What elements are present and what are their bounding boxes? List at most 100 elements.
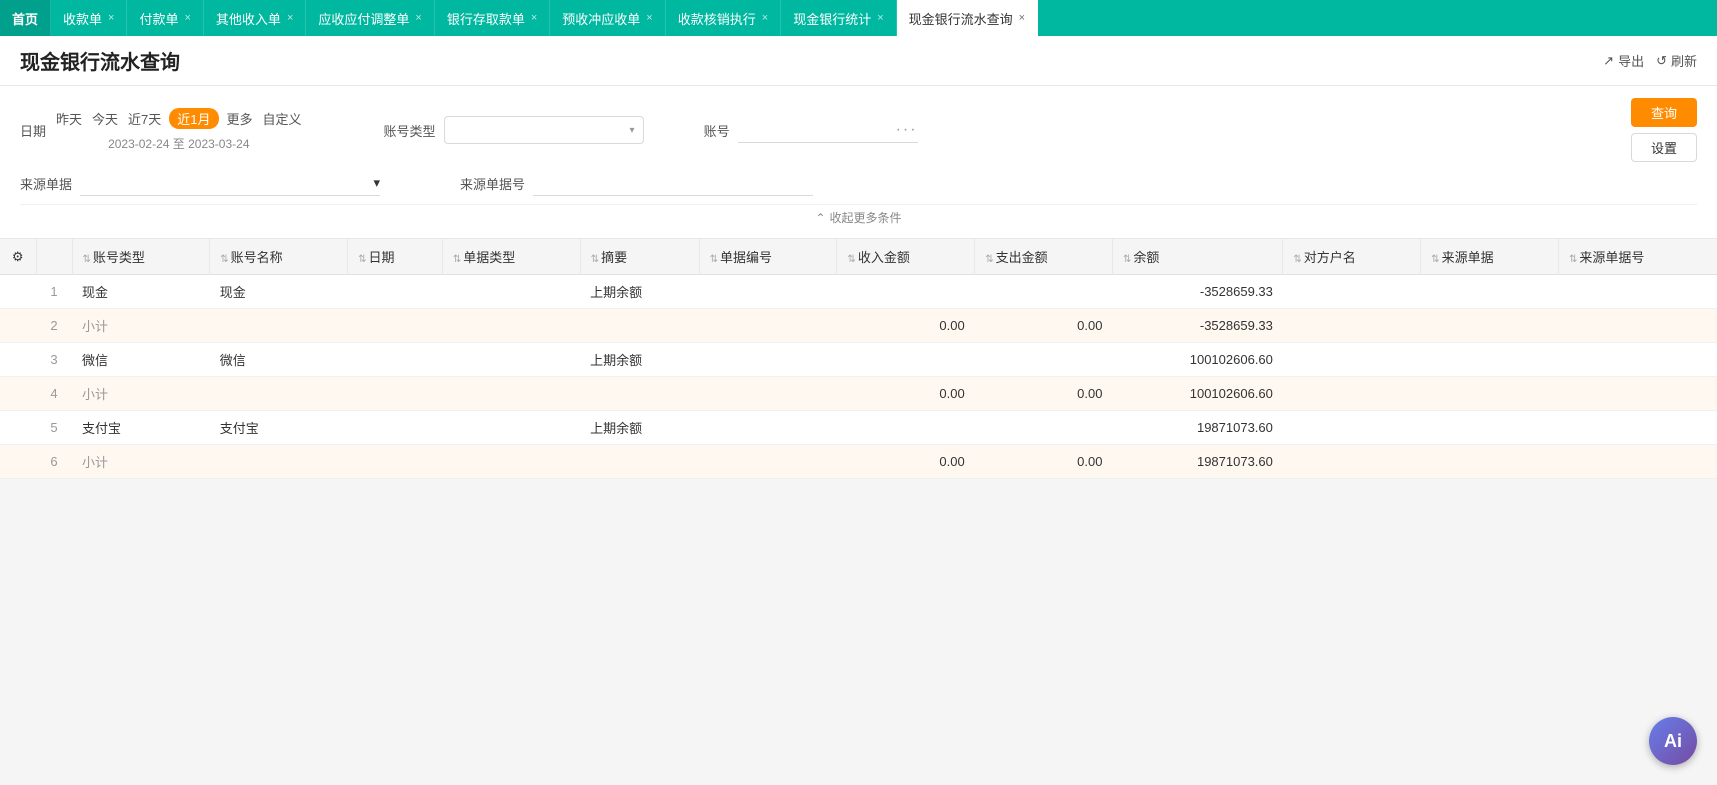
col-header-income: ⇅收入金额 bbox=[837, 239, 975, 275]
cell-date bbox=[348, 377, 443, 411]
sort-icon-account_type[interactable]: ⇅ bbox=[83, 254, 91, 265]
date-shortcut-今天[interactable]: 今天 bbox=[90, 109, 120, 128]
cell-source_doc bbox=[1421, 445, 1559, 479]
cell-account_name: 微信 bbox=[210, 343, 348, 377]
nav-tab-collection-exec[interactable]: 收款核销执行× bbox=[666, 0, 781, 36]
sort-icon-expense[interactable]: ⇅ bbox=[985, 254, 993, 265]
tab-close-icon[interactable]: × bbox=[646, 12, 652, 24]
account-dots-button[interactable]: ··· bbox=[896, 121, 918, 139]
cell-gear bbox=[0, 411, 36, 445]
cell-gear bbox=[0, 343, 36, 377]
cell-income: 0.00 bbox=[837, 445, 975, 479]
nav-tab-receipt[interactable]: 收款单 × bbox=[51, 0, 127, 36]
cell-expense bbox=[975, 275, 1113, 309]
cell-seq: 2 bbox=[36, 309, 72, 343]
tab-close-icon[interactable]: × bbox=[415, 12, 421, 24]
query-button[interactable]: 查询 bbox=[1631, 98, 1697, 127]
header-actions: ↗ 导出 ↺ 刷新 bbox=[1603, 51, 1697, 70]
col-header-account_name: ⇅账号名称 bbox=[210, 239, 348, 275]
cell-date bbox=[348, 445, 443, 479]
sort-icon-summary[interactable]: ⇅ bbox=[591, 254, 599, 265]
col-header-expense: ⇅支出金额 bbox=[975, 239, 1113, 275]
nav-tab-prepayment[interactable]: 预收冲应收单× bbox=[550, 0, 665, 36]
nav-tab-bank-flow[interactable]: 现金银行流水查询× bbox=[897, 0, 1038, 36]
nav-tab-label: 应收应付调整单 bbox=[318, 9, 409, 28]
source-doc-select[interactable]: ▾ bbox=[80, 170, 380, 196]
cell-source_doc_no bbox=[1558, 445, 1717, 479]
sort-icon-account_name[interactable]: ⇅ bbox=[220, 254, 228, 265]
col-header-gear[interactable]: ⚙ bbox=[0, 239, 36, 275]
tab-close-icon[interactable]: × bbox=[287, 12, 293, 24]
tab-close-icon[interactable]: × bbox=[184, 12, 190, 24]
tab-close-icon[interactable]: × bbox=[762, 12, 768, 24]
date-shortcut-自定义[interactable]: 自定义 bbox=[261, 109, 304, 128]
tab-close-icon[interactable]: × bbox=[1019, 12, 1025, 24]
cell-income bbox=[837, 411, 975, 445]
cell-summary: 上期余额 bbox=[580, 411, 699, 445]
nav-tab-label: 收款单 bbox=[63, 9, 102, 28]
account-type-select[interactable]: ▾ bbox=[444, 116, 644, 144]
nav-tab-ap-adjust[interactable]: 应收应付调整单 × bbox=[306, 0, 434, 36]
refresh-button[interactable]: ↺ 刷新 bbox=[1656, 51, 1697, 70]
cell-doc_no bbox=[699, 411, 837, 445]
sort-icon-balance[interactable]: ⇅ bbox=[1123, 254, 1131, 265]
nav-tab-label: 其他收入单 bbox=[216, 9, 281, 28]
cell-seq: 5 bbox=[36, 411, 72, 445]
nav-tab-bank-stats[interactable]: 现金银行统计× bbox=[781, 0, 896, 36]
date-shortcut-更多[interactable]: 更多 bbox=[225, 109, 255, 128]
nav-tab-home[interactable]: 首页 bbox=[0, 0, 51, 36]
source-doc-no-input[interactable] bbox=[533, 170, 813, 196]
ai-assistant-button[interactable]: Ai bbox=[1649, 717, 1697, 765]
cell-expense: 0.00 bbox=[975, 309, 1113, 343]
nav-tab-other-income[interactable]: 其他收入单 × bbox=[204, 0, 306, 36]
cell-source_doc_no bbox=[1558, 275, 1717, 309]
settings-button[interactable]: 设置 bbox=[1631, 133, 1697, 162]
col-header-seq bbox=[36, 239, 72, 275]
sort-icon-date[interactable]: ⇅ bbox=[358, 254, 366, 265]
sort-icon-source_doc_no[interactable]: ⇅ bbox=[1569, 254, 1577, 265]
cell-expense bbox=[975, 343, 1113, 377]
cell-expense bbox=[975, 411, 1113, 445]
export-button[interactable]: ↗ 导出 bbox=[1603, 51, 1644, 70]
col-header-doc_no: ⇅单据编号 bbox=[699, 239, 837, 275]
table-row: 1现金现金上期余额-3528659.33 bbox=[0, 275, 1717, 309]
cell-counterpart bbox=[1283, 377, 1421, 411]
export-icon: ↗ bbox=[1603, 53, 1614, 69]
table-row: 5支付宝支付宝上期余额19871073.60 bbox=[0, 411, 1717, 445]
sort-icon-doc_type[interactable]: ⇅ bbox=[453, 254, 461, 265]
cell-counterpart bbox=[1283, 411, 1421, 445]
col-header-source_doc: ⇅来源单据 bbox=[1421, 239, 1559, 275]
cell-account_name: 支付宝 bbox=[210, 411, 348, 445]
cell-account_type: 小计 bbox=[72, 309, 210, 343]
nav-tab-bank-deposit[interactable]: 银行存取款单× bbox=[435, 0, 550, 36]
date-shortcut-近1月[interactable]: 近1月 bbox=[169, 108, 218, 129]
table-row: 2小计0.000.00-3528659.33 bbox=[0, 309, 1717, 343]
cell-seq: 1 bbox=[36, 275, 72, 309]
sort-icon-source_doc[interactable]: ⇅ bbox=[1431, 254, 1439, 265]
data-table: ⚙⇅账号类型⇅账号名称⇅日期⇅单据类型⇅摘要⇅单据编号⇅收入金额⇅支出金额⇅余额… bbox=[0, 239, 1717, 479]
nav-tab-label: 付款单 bbox=[139, 9, 178, 28]
tab-close-icon[interactable]: × bbox=[531, 12, 537, 24]
cell-summary bbox=[580, 377, 699, 411]
cell-gear bbox=[0, 309, 36, 343]
date-shortcut-近7天[interactable]: 近7天 bbox=[126, 109, 163, 128]
cell-summary: 上期余额 bbox=[580, 343, 699, 377]
table-row: 4小计0.000.00100102606.60 bbox=[0, 377, 1717, 411]
collapse-button[interactable]: ⌃ 收起更多条件 bbox=[815, 209, 901, 226]
tab-close-icon[interactable]: × bbox=[877, 12, 883, 24]
date-filter: 日期 昨天今天近7天近1月更多自定义 2023-02-24 至 2023-03-… bbox=[20, 108, 304, 152]
nav-tab-payment[interactable]: 付款单 × bbox=[127, 0, 203, 36]
collapse-label: 收起更多条件 bbox=[830, 209, 902, 226]
page-title: 现金银行流水查询 bbox=[20, 46, 180, 75]
cell-date bbox=[348, 411, 443, 445]
date-shortcut-昨天[interactable]: 昨天 bbox=[54, 109, 84, 128]
source-doc-filter: 来源单据 ▾ bbox=[20, 170, 380, 196]
sort-icon-doc_no[interactable]: ⇅ bbox=[710, 254, 718, 265]
account-filter: 账号 ··· bbox=[704, 118, 918, 143]
sort-icon-income[interactable]: ⇅ bbox=[847, 254, 855, 265]
filter-row-1: 日期 昨天今天近7天近1月更多自定义 2023-02-24 至 2023-03-… bbox=[20, 98, 1697, 162]
sort-icon-counterpart[interactable]: ⇅ bbox=[1293, 254, 1301, 265]
cell-doc_type bbox=[442, 275, 580, 309]
tab-close-icon[interactable]: × bbox=[108, 12, 114, 24]
cell-date bbox=[348, 343, 443, 377]
